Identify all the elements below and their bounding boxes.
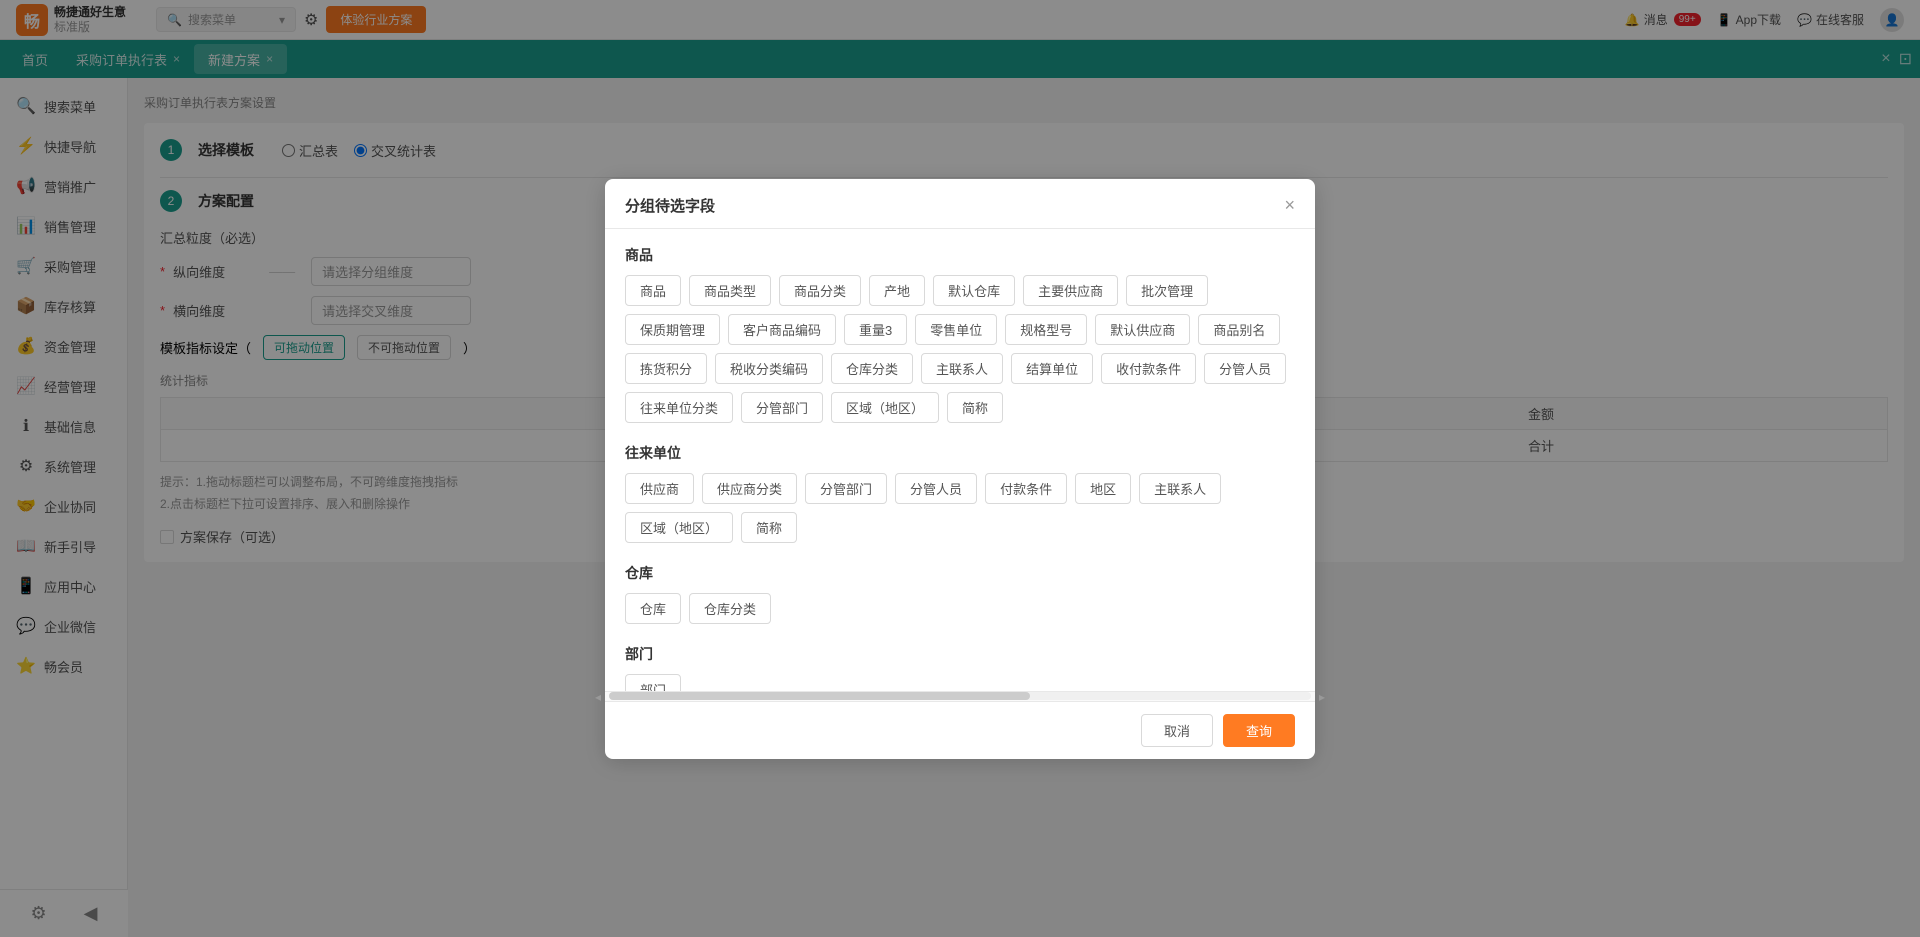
modal-horizontal-scrollbar[interactable]: ◂ ▸ [605,691,1315,700]
section-counterparty: 往来单位 供应商 供应商分类 分管部门 分管人员 付款条件 地区 主联系人 区域… [625,443,1295,543]
field-tag-dept-managed-cp[interactable]: 分管部门 [805,473,887,504]
field-tag-retail-unit[interactable]: 零售单位 [915,314,997,345]
modal-footer: 取消 查询 [605,701,1315,759]
section-warehouse: 仓库 仓库 仓库分类 [625,563,1295,624]
field-tag-batch-management[interactable]: 批次管理 [1126,275,1208,306]
field-tag-shelf-life[interactable]: 保质期管理 [625,314,720,345]
section-counterparty-tags: 供应商 供应商分类 分管部门 分管人员 付款条件 地区 主联系人 区域（地区） … [625,473,1295,543]
field-tag-dept-manager[interactable]: 分管人员 [1204,353,1286,384]
field-tag-region-product[interactable]: 区域（地区） [831,392,939,423]
section-product: 商品 商品 商品类型 商品分类 产地 默认仓库 主要供应商 批次管理 保质期管理… [625,245,1295,423]
field-selector-modal: 分组待选字段 × 商品 商品 商品类型 商品分类 产地 默认仓库 主要供应商 批… [605,179,1315,759]
field-tag-region-cp[interactable]: 地区 [1075,473,1131,504]
field-tag-counterparty-category[interactable]: 往来单位分类 [625,392,733,423]
section-department-title: 部门 [625,644,1295,664]
field-tag-main-supplier[interactable]: 主要供应商 [1023,275,1118,306]
section-department-tags: 部门 [625,674,1295,692]
modal-body[interactable]: 商品 商品 商品类型 商品分类 产地 默认仓库 主要供应商 批次管理 保质期管理… [605,229,1315,692]
field-tag-pick-points[interactable]: 拣货积分 [625,353,707,384]
field-tag-payment-condition[interactable]: 付款条件 [985,473,1067,504]
field-tag-product-type[interactable]: 商品类型 [689,275,771,306]
modal-overlay: 分组待选字段 × 商品 商品 商品类型 商品分类 产地 默认仓库 主要供应商 批… [0,0,1920,937]
modal-title: 分组待选字段 [625,195,715,216]
hscroll-left-arrow[interactable]: ◂ [595,690,601,704]
field-tag-weight3[interactable]: 重量3 [844,314,907,345]
field-tag-spec-model[interactable]: 规格型号 [1005,314,1087,345]
field-tag-customer-product-code[interactable]: 客户商品编码 [728,314,836,345]
field-tag-main-contact[interactable]: 主联系人 [921,353,1003,384]
field-tag-default-warehouse[interactable]: 默认仓库 [933,275,1015,306]
field-tag-tax-code[interactable]: 税收分类编码 [715,353,823,384]
field-tag-warehouse-cat[interactable]: 仓库分类 [689,593,771,624]
section-product-tags: 商品 商品类型 商品分类 产地 默认仓库 主要供应商 批次管理 保质期管理 客户… [625,275,1295,423]
field-tag-dept-manager-cp[interactable]: 分管人员 [895,473,977,504]
field-tag-origin[interactable]: 产地 [869,275,925,306]
section-counterparty-title: 往来单位 [625,443,1295,463]
field-tag-department[interactable]: 部门 [625,674,681,692]
field-tag-product[interactable]: 商品 [625,275,681,306]
section-warehouse-title: 仓库 [625,563,1295,583]
field-tag-short-name-product[interactable]: 简称 [947,392,1003,423]
field-tag-payment-terms[interactable]: 收付款条件 [1101,353,1196,384]
field-tag-main-contact-cp[interactable]: 主联系人 [1139,473,1221,504]
field-tag-warehouse[interactable]: 仓库 [625,593,681,624]
cancel-button[interactable]: 取消 [1141,714,1213,747]
field-tag-product-category[interactable]: 商品分类 [779,275,861,306]
field-tag-dept-managed[interactable]: 分管部门 [741,392,823,423]
hscroll-right-arrow[interactable]: ▸ [1319,690,1325,704]
field-tag-product-alias[interactable]: 商品别名 [1198,314,1280,345]
field-tag-short-name-cp[interactable]: 简称 [741,512,797,543]
field-tag-area-cp[interactable]: 区域（地区） [625,512,733,543]
field-tag-settlement-unit[interactable]: 结算单位 [1011,353,1093,384]
modal-close-btn[interactable]: × [1284,195,1295,216]
field-tag-supplier-category[interactable]: 供应商分类 [702,473,797,504]
confirm-button[interactable]: 查询 [1223,714,1295,747]
section-department: 部门 部门 [625,644,1295,692]
section-warehouse-tags: 仓库 仓库分类 [625,593,1295,624]
modal-header: 分组待选字段 × [605,179,1315,229]
field-tag-warehouse-category[interactable]: 仓库分类 [831,353,913,384]
field-tag-supplier[interactable]: 供应商 [625,473,694,504]
section-product-title: 商品 [625,245,1295,265]
field-tag-default-supplier[interactable]: 默认供应商 [1095,314,1190,345]
